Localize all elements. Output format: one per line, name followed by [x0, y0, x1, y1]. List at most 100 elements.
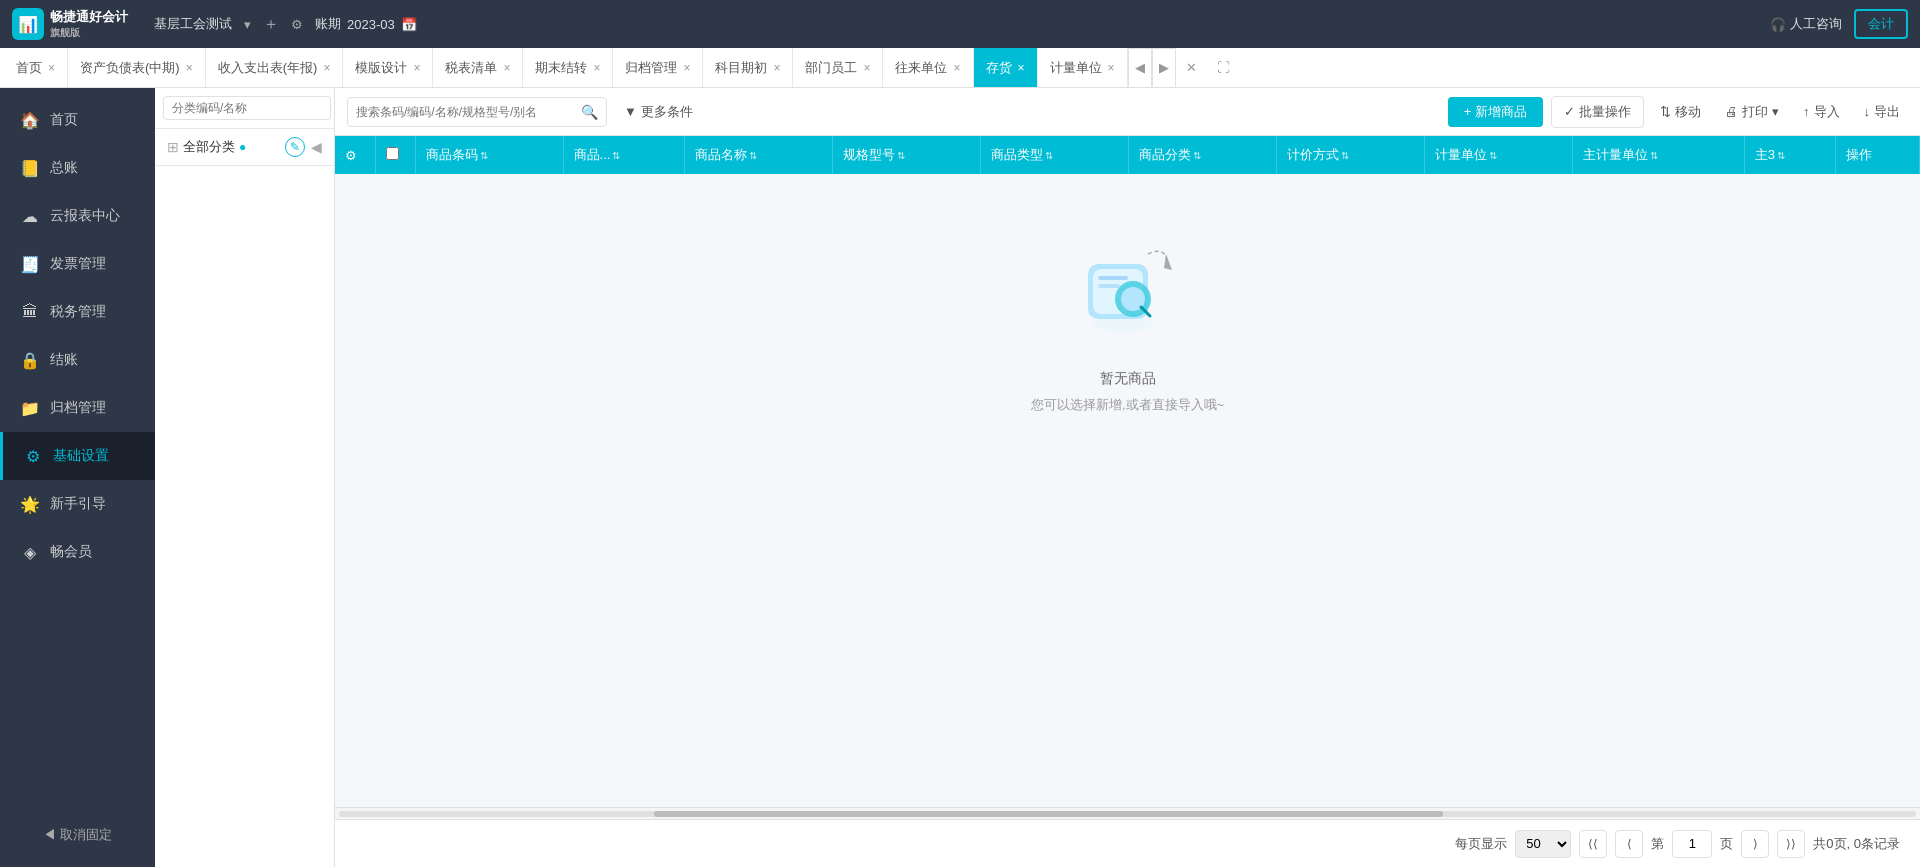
tab-period-close[interactable]: 期末结转 ×	[523, 48, 613, 88]
logo-main: 畅捷通好会计	[50, 8, 128, 26]
prev-page-button[interactable]: ⟨	[1615, 830, 1643, 858]
ledger-icon: 📒	[20, 159, 40, 178]
move-button[interactable]: ⇅ 移动	[1652, 97, 1709, 127]
sidebar-item-report[interactable]: ☁ 云报表中心	[0, 192, 155, 240]
select-all-checkbox[interactable]	[386, 147, 399, 160]
tab-subject-close[interactable]: ×	[773, 61, 780, 75]
print-icon: 🖨	[1725, 104, 1738, 119]
scrollbar-thumb[interactable]	[654, 811, 1443, 817]
tab-partner[interactable]: 往来单位 ×	[883, 48, 973, 88]
tab-inventory-close[interactable]: ×	[1018, 61, 1025, 75]
import-button[interactable]: ↑ 导入	[1795, 97, 1848, 127]
th-category[interactable]: 商品分类⇅	[1129, 136, 1277, 174]
tab-template[interactable]: 模版设计 ×	[343, 48, 433, 88]
service-button[interactable]: 🎧 人工咨询	[1770, 15, 1842, 33]
export-button[interactable]: ↓ 导出	[1856, 97, 1909, 127]
print-button[interactable]: 🖨 打印 ▾	[1717, 97, 1787, 127]
tab-home[interactable]: 首页 ×	[4, 48, 68, 88]
unpin-button[interactable]: ◀ 取消固定	[0, 815, 155, 855]
category-search-input[interactable]	[163, 96, 331, 120]
sidebar-item-guide[interactable]: 🌟 新手引导	[0, 480, 155, 528]
tab-archive[interactable]: 归档管理 ×	[613, 48, 703, 88]
tab-close-all-button[interactable]: ✕	[1176, 48, 1208, 88]
calendar-icon[interactable]: 📅	[401, 17, 417, 32]
goods-table: ⚙ 商品条码⇅ 商品...⇅	[335, 136, 1920, 174]
tab-income[interactable]: 收入支出表(年报) ×	[206, 48, 344, 88]
home-icon: 🏠	[20, 111, 40, 130]
sidebar-item-report-label: 云报表中心	[50, 207, 120, 225]
total-records: 共0页, 0条记录	[1813, 835, 1900, 853]
add-goods-button[interactable]: + 新增商品	[1448, 97, 1543, 127]
tab-dept[interactable]: 部门员工 ×	[793, 48, 883, 88]
tab-period-close-label: 期末结转	[535, 59, 587, 77]
tab-tax-close[interactable]: ×	[503, 61, 510, 75]
cloud-icon: ☁	[20, 207, 40, 226]
tab-dept-close[interactable]: ×	[863, 61, 870, 75]
member-icon: ◈	[20, 543, 40, 562]
batch-operation-button[interactable]: ✓ 批量操作	[1551, 96, 1644, 128]
accountant-button[interactable]: 会计	[1854, 9, 1908, 39]
tax-icon: 🏛	[20, 303, 40, 321]
th-name[interactable]: 商品名称⇅	[684, 136, 832, 174]
settings-icon[interactable]: ⚙	[291, 17, 303, 32]
sidebar-item-invoice[interactable]: 🧾 发票管理	[0, 240, 155, 288]
tab-subject[interactable]: 科目期初 ×	[703, 48, 793, 88]
th-barcode[interactable]: 商品条码⇅	[415, 136, 563, 174]
sidebar-item-archive[interactable]: 📁 归档管理	[0, 384, 155, 432]
tree-edit-button[interactable]: ✎	[285, 137, 305, 157]
sidebar-item-ledger[interactable]: 📒 总账	[0, 144, 155, 192]
sidebar-item-home[interactable]: 🏠 首页	[0, 96, 155, 144]
per-page-select[interactable]: 50 100 200	[1515, 830, 1571, 858]
tab-partner-close[interactable]: ×	[953, 61, 960, 75]
tab-home-close[interactable]: ×	[48, 61, 55, 75]
tab-tax[interactable]: 税表清单 ×	[433, 48, 523, 88]
th-check[interactable]	[375, 136, 415, 174]
company-dropdown-icon[interactable]: ▾	[244, 17, 251, 32]
th-code[interactable]: 商品...⇅	[563, 136, 684, 174]
left-search-area: 🔍	[155, 88, 334, 129]
tab-income-label: 收入支出表(年报)	[218, 59, 318, 77]
tab-prev-button[interactable]: ◀	[1128, 48, 1152, 88]
th-settings[interactable]: ⚙	[335, 136, 375, 174]
scrollbar-track[interactable]	[339, 811, 1916, 817]
batch-check-icon: ✓	[1564, 104, 1575, 119]
sidebar-item-tax-label: 税务管理	[50, 303, 106, 321]
th-unit[interactable]: 计量单位⇅	[1425, 136, 1573, 174]
tab-unit[interactable]: 计量单位 ×	[1038, 48, 1128, 88]
tab-period-close-x[interactable]: ×	[593, 61, 600, 75]
add-tab-button[interactable]: ＋	[263, 14, 279, 35]
th-col3[interactable]: 主3⇅	[1744, 136, 1835, 174]
sidebar-item-close[interactable]: 🔒 结账	[0, 336, 155, 384]
logo-sub: 旗舰版	[50, 26, 128, 40]
empty-illustration	[1068, 234, 1178, 344]
th-price-method[interactable]: 计价方式⇅	[1277, 136, 1425, 174]
tab-income-close[interactable]: ×	[323, 61, 330, 75]
horizontal-scrollbar[interactable]	[335, 807, 1920, 819]
export-label: 导出	[1874, 103, 1900, 121]
th-main-unit[interactable]: 主计量单位⇅	[1573, 136, 1744, 174]
tab-unit-close[interactable]: ×	[1108, 61, 1115, 75]
tab-inventory[interactable]: 存货 ×	[974, 48, 1038, 88]
headphone-icon: 🎧	[1770, 17, 1786, 32]
th-spec[interactable]: 规格型号⇅	[832, 136, 980, 174]
tab-next-button[interactable]: ▶	[1152, 48, 1176, 88]
sidebar-item-invoice-label: 发票管理	[50, 255, 106, 273]
tree-collapse-icon[interactable]: ◀	[311, 139, 322, 155]
tab-template-label: 模版设计	[355, 59, 407, 77]
filter-button[interactable]: ▼ 更多条件	[615, 97, 702, 127]
goods-search-input[interactable]	[356, 105, 577, 119]
tab-balance[interactable]: 资产负债表(中期) ×	[68, 48, 206, 88]
sidebar-item-settings[interactable]: ⚙ 基础设置	[0, 432, 155, 480]
tab-balance-close[interactable]: ×	[186, 61, 193, 75]
last-page-button[interactable]: ⟩⟩	[1777, 830, 1805, 858]
first-page-button[interactable]: ⟨⟨	[1579, 830, 1607, 858]
sidebar-item-tax[interactable]: 🏛 税务管理	[0, 288, 155, 336]
tab-fullscreen-button[interactable]: ⛶	[1208, 48, 1240, 88]
tab-archive-close[interactable]: ×	[683, 61, 690, 75]
next-page-button[interactable]: ⟩	[1741, 830, 1769, 858]
goods-search-icon[interactable]: 🔍	[581, 104, 598, 120]
sidebar-item-member[interactable]: ◈ 畅会员	[0, 528, 155, 576]
tab-template-close[interactable]: ×	[413, 61, 420, 75]
th-type[interactable]: 商品类型⇅	[980, 136, 1128, 174]
page-input[interactable]	[1672, 830, 1712, 858]
